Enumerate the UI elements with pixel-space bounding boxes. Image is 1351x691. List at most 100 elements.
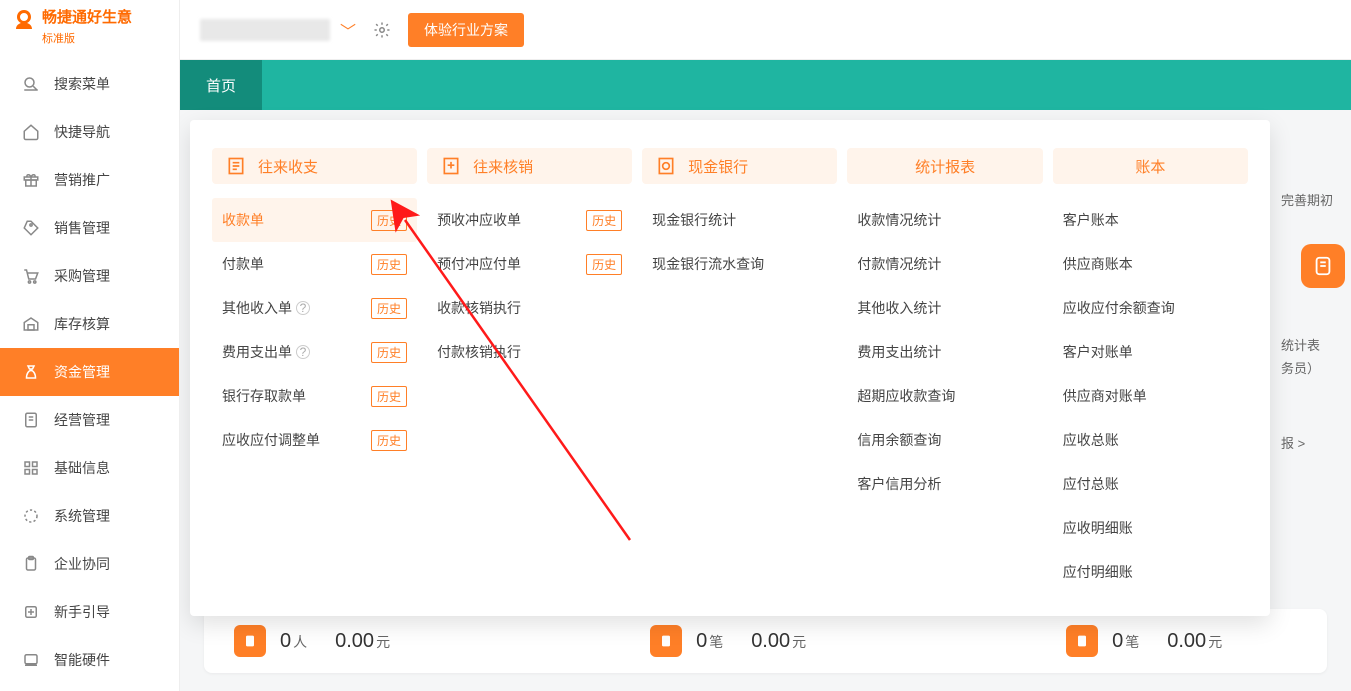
sidebar-item-label: 采购管理 xyxy=(54,266,110,286)
menu-item-pay-writeoff[interactable]: 付款核销执行 xyxy=(427,330,632,374)
sidebar-item-finance[interactable]: 资金管理 xyxy=(0,348,179,396)
menu-item[interactable]: 应付总账 xyxy=(1053,462,1248,506)
history-tag[interactable]: 历史 xyxy=(371,342,407,363)
stat-unit: 笔 xyxy=(709,634,723,650)
menu-item-label: 付款情况统计 xyxy=(857,254,941,274)
peek-text: 务员） xyxy=(1281,358,1320,377)
menu-item[interactable]: 供应商账本 xyxy=(1053,242,1248,286)
chevron-down-icon: ﹀ xyxy=(340,18,356,42)
menu-item[interactable]: 信用余额查询 xyxy=(847,418,1042,462)
menu-item-arap-adjust[interactable]: 应收应付调整单 历史 xyxy=(212,418,417,462)
sidebar-list: 搜索菜单 快捷导航 营销推广 销售管理 采购管理 库存核算 资金管理 经营管理 xyxy=(0,60,179,684)
sidebar-item-search[interactable]: 搜索菜单 xyxy=(0,60,179,108)
menu-item-label: 其他收入单 xyxy=(222,298,292,318)
stat-value: 0 xyxy=(280,630,291,652)
sidebar-item-label: 经营管理 xyxy=(54,410,110,430)
stat-unit: 元 xyxy=(376,634,390,650)
mega-heading-label: 现金银行 xyxy=(688,156,748,177)
sidebar-item-sales[interactable]: 销售管理 xyxy=(0,204,179,252)
history-tag[interactable]: 历史 xyxy=(586,254,622,275)
menu-item-expense[interactable]: 费用支出单? 历史 xyxy=(212,330,417,374)
menu-item[interactable]: 费用支出统计 xyxy=(847,330,1042,374)
history-tag[interactable]: 历史 xyxy=(371,430,407,451)
mega-heading: 统计报表 xyxy=(847,148,1042,184)
sidebar-item-inventory[interactable]: 库存核算 xyxy=(0,300,179,348)
menu-item-prerecv-offset[interactable]: 预收冲应收单 历史 xyxy=(427,198,632,242)
menu-item-other-income[interactable]: 其他收入单? 历史 xyxy=(212,286,417,330)
sidebar-item-operation[interactable]: 经营管理 xyxy=(0,396,179,444)
brand-logo-icon xyxy=(12,8,36,36)
brand-block: 畅捷通好生意 标准版 xyxy=(0,0,179,60)
sidebar-item-guide[interactable]: 新手引导 xyxy=(0,588,179,636)
menu-item[interactable]: 其他收入统计 xyxy=(847,286,1042,330)
sidebar-item-label: 搜索菜单 xyxy=(54,74,110,94)
help-icon[interactable]: ? xyxy=(296,345,310,359)
menu-item-label: 其他收入统计 xyxy=(857,298,941,318)
menu-item-label: 应收应付调整单 xyxy=(222,430,320,450)
menu-item-label: 应收明细账 xyxy=(1063,518,1133,538)
experience-plan-button[interactable]: 体验行业方案 xyxy=(408,13,524,47)
sidebar-item-quicknav[interactable]: 快捷导航 xyxy=(0,108,179,156)
menu-item-bank-transfer[interactable]: 银行存取款单 历史 xyxy=(212,374,417,418)
bank-icon xyxy=(654,155,678,177)
menu-item[interactable]: 应收明细账 xyxy=(1053,506,1248,550)
mega-list: 收款单 历史 付款单 历史 其他收入单? 历史 费用支出单? 历史 银行存取款单 xyxy=(212,198,417,462)
sidebar-item-label: 企业协同 xyxy=(54,554,110,574)
sidebar-item-label: 智能硬件 xyxy=(54,650,110,670)
menu-item[interactable]: 供应商对账单 xyxy=(1053,374,1248,418)
sidebar-item-purchase[interactable]: 采购管理 xyxy=(0,252,179,300)
clipboard-icon xyxy=(22,555,40,573)
sidebar-item-label: 新手引导 xyxy=(54,602,110,622)
stat-value: 0.00 xyxy=(335,630,374,652)
gear-icon[interactable] xyxy=(370,18,394,42)
menu-item[interactable]: 客户信用分析 xyxy=(847,462,1042,506)
org-selector[interactable]: ﹀ xyxy=(200,18,356,42)
sidebar-item-marketing[interactable]: 营销推广 xyxy=(0,156,179,204)
menu-item-cashbank-stats[interactable]: 现金银行统计 xyxy=(642,198,837,242)
tab-home[interactable]: 首页 xyxy=(180,60,262,110)
menu-item[interactable]: 付款情况统计 xyxy=(847,242,1042,286)
history-tag[interactable]: 历史 xyxy=(371,210,407,231)
menu-item[interactable]: 客户对账单 xyxy=(1053,330,1248,374)
mega-list: 预收冲应收单 历史 预付冲应付单 历史 收款核销执行 付款核销执行 xyxy=(427,198,632,374)
receipt-icon xyxy=(224,155,248,177)
mega-col-transactions: 往来收支 收款单 历史 付款单 历史 其他收入单? 历史 费用支出单? 历史 xyxy=(212,148,417,596)
mega-col-ledger: 账本 客户账本 供应商账本 应收应付余额查询 客户对账单 供应商对账单 应收总账… xyxy=(1053,148,1248,596)
menu-item-label: 收款情况统计 xyxy=(857,210,941,230)
stats-row: 0人 0.00元 0笔 0.00元 0笔 0.00元 xyxy=(204,609,1327,673)
menu-item-cashbank-flow[interactable]: 现金银行流水查询 xyxy=(642,242,837,286)
menu-item-payment[interactable]: 付款单 历史 xyxy=(212,242,417,286)
sidebar-item-label: 资金管理 xyxy=(54,362,110,382)
tag-icon xyxy=(22,219,40,237)
money-bag-icon xyxy=(22,363,40,381)
sidebar-item-system[interactable]: 系统管理 xyxy=(0,492,179,540)
history-tag[interactable]: 历史 xyxy=(586,210,622,231)
menu-item[interactable]: 应付明细账 xyxy=(1053,550,1248,594)
device-icon xyxy=(22,651,40,669)
history-tag[interactable]: 历史 xyxy=(371,386,407,407)
menu-item-receipt[interactable]: 收款单 历史 xyxy=(212,198,417,242)
history-tag[interactable]: 历史 xyxy=(371,254,407,275)
menu-item-recv-writeoff[interactable]: 收款核销执行 xyxy=(427,286,632,330)
history-tag[interactable]: 历史 xyxy=(371,298,407,319)
finance-mega-menu: 往来收支 收款单 历史 付款单 历史 其他收入单? 历史 费用支出单? 历史 xyxy=(190,120,1270,616)
sidebar-item-basic[interactable]: 基础信息 xyxy=(0,444,179,492)
sidebar-item-hardware[interactable]: 智能硬件 xyxy=(0,636,179,684)
menu-item-label: 供应商账本 xyxy=(1063,254,1133,274)
menu-item[interactable]: 应收总账 xyxy=(1053,418,1248,462)
menu-item-label: 供应商对账单 xyxy=(1063,386,1147,406)
sidebar-item-collab[interactable]: 企业协同 xyxy=(0,540,179,588)
menu-item[interactable]: 超期应收款查询 xyxy=(847,374,1042,418)
search-icon xyxy=(22,75,40,93)
stat-block: 0人 0.00元 xyxy=(234,625,390,657)
menu-item[interactable]: 收款情况统计 xyxy=(847,198,1042,242)
menu-item[interactable]: 客户账本 xyxy=(1053,198,1248,242)
floating-action-icon[interactable] xyxy=(1301,244,1345,288)
brand-edition: 标准版 xyxy=(42,30,132,46)
stat-value: 0 xyxy=(696,630,707,652)
menu-item-label: 客户账本 xyxy=(1063,210,1119,230)
help-icon[interactable]: ? xyxy=(296,301,310,315)
menu-item-label: 预收冲应收单 xyxy=(437,210,521,230)
menu-item-prepay-offset[interactable]: 预付冲应付单 历史 xyxy=(427,242,632,286)
menu-item[interactable]: 应收应付余额查询 xyxy=(1053,286,1248,330)
